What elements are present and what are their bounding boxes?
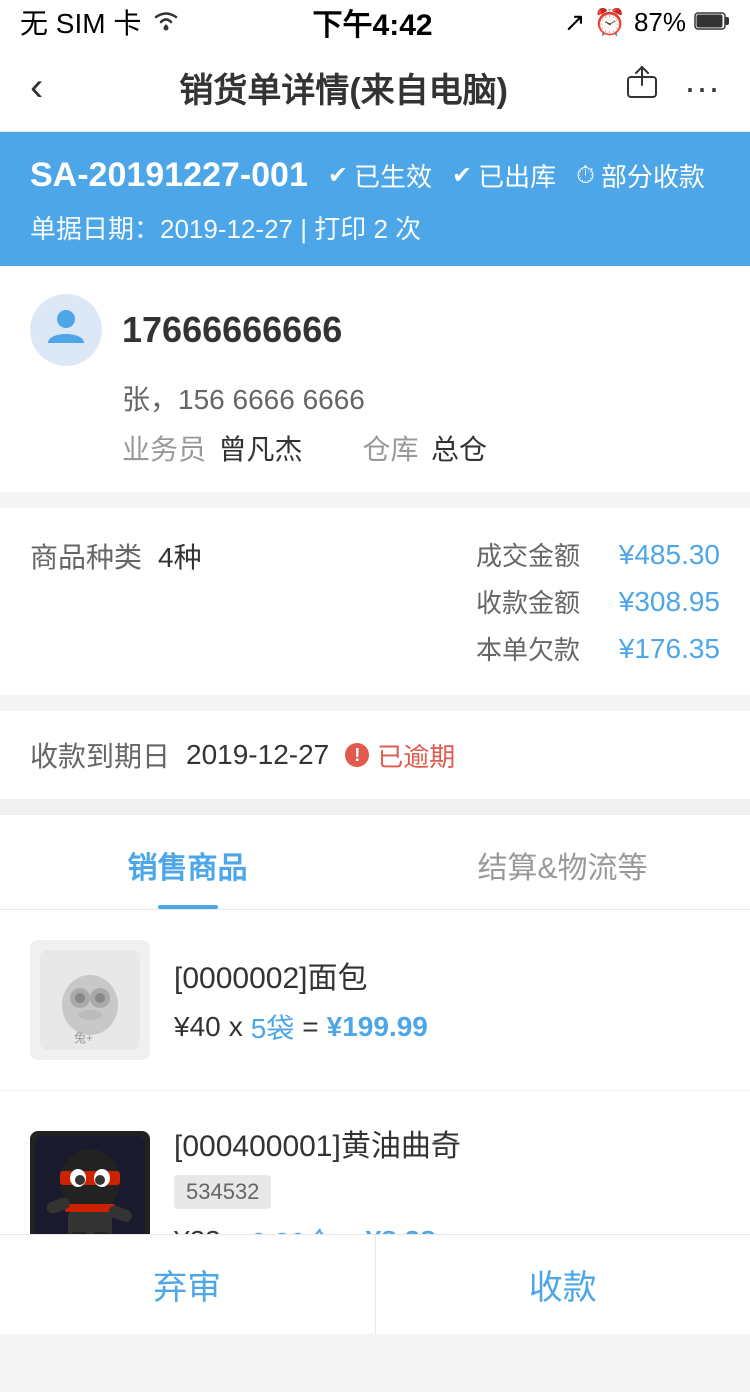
stats-right: 成交金额 ¥485.30 收款金额 ¥308.95 本单欠款 ¥176.35 bbox=[476, 536, 720, 667]
overdue-badge: ! 已逾期 bbox=[345, 737, 455, 774]
due-section: 收款到期日 2019-12-27 ! 已逾期 bbox=[0, 711, 750, 799]
status-badge-effective: ✔ 已生效 bbox=[328, 157, 432, 194]
share-icon[interactable] bbox=[624, 65, 660, 110]
customer-phone: 张，156 6666 6666 bbox=[30, 378, 720, 418]
product-name-2: [000400001]黄油曲奇 bbox=[174, 1121, 720, 1165]
status-right: ↗ ⏰ 87% bbox=[564, 7, 730, 38]
product-multiply-1: x bbox=[229, 1011, 243, 1043]
order-banner-row1: SA-20191227-001 ✔ 已生效 ✔ 已出库 ⏱ 部分收款 bbox=[30, 156, 720, 195]
battery-percentage: 87% bbox=[634, 7, 686, 38]
tab-sales-products-label: 销售商品 bbox=[128, 852, 248, 885]
svg-text:兔+: 兔+ bbox=[74, 1030, 93, 1045]
customer-name: 17666666666 bbox=[122, 309, 342, 351]
status-shipped-label: 已出库 bbox=[478, 157, 556, 194]
order-id: SA-20191227-001 bbox=[30, 156, 308, 195]
overdue-icon: ! bbox=[345, 743, 369, 767]
transaction-row: 成交金额 ¥485.30 bbox=[476, 536, 720, 573]
product-sku-2: 534532 bbox=[174, 1175, 271, 1209]
tab-sales-products[interactable]: 销售商品 bbox=[0, 815, 375, 909]
status-badge-shipped: ✔ 已出库 bbox=[452, 157, 556, 194]
received-value: ¥308.95 bbox=[600, 586, 720, 618]
avatar bbox=[30, 294, 102, 366]
stats-section: 商品种类 4种 成交金额 ¥485.30 收款金额 ¥308.95 本单欠款 ¥… bbox=[0, 508, 750, 695]
cancel-label: 弃审 bbox=[153, 1260, 221, 1309]
salesperson-label: 业务员 bbox=[122, 434, 206, 465]
owed-row: 本单欠款 ¥176.35 bbox=[476, 630, 720, 667]
customer-info-row: 业务员 曾凡杰 仓库 总仓 bbox=[30, 428, 720, 468]
bottom-bar: 弃审 收款 bbox=[0, 1234, 750, 1334]
salesperson-section: 业务员 曾凡杰 bbox=[122, 428, 302, 468]
received-label: 收款金额 bbox=[476, 583, 580, 620]
salesperson-value: 曾凡杰 bbox=[218, 434, 302, 465]
product-thumb-2: diamond bbox=[30, 1131, 150, 1251]
more-icon[interactable]: ··· bbox=[684, 67, 720, 109]
order-meta-sep: | bbox=[300, 214, 314, 244]
due-label: 收款到期日 bbox=[30, 735, 170, 775]
alarm-icon: ⏰ bbox=[594, 7, 626, 38]
category-label: 商品种类 bbox=[30, 536, 142, 576]
status-left: 无 SIM 卡 bbox=[20, 2, 181, 42]
product-price-1: ¥40 bbox=[174, 1011, 221, 1043]
cancel-button[interactable]: 弃审 bbox=[0, 1235, 376, 1334]
order-meta: 单据日期：2019-12-27 | 打印 2 次 bbox=[30, 209, 720, 246]
product-thumb-1: 兔+ bbox=[30, 940, 150, 1060]
order-meta-print: 打印 2 次 bbox=[314, 214, 421, 244]
section-divider bbox=[0, 799, 750, 815]
warehouse-value: 总仓 bbox=[431, 434, 487, 465]
owed-value: ¥176.35 bbox=[600, 633, 720, 665]
product-item: 兔+ [0000002]面包 ¥40 x 5袋 = ¥199.99 bbox=[0, 910, 750, 1091]
status-time: 下午4:42 bbox=[313, 0, 433, 44]
due-date: 2019-12-27 bbox=[186, 739, 329, 771]
confirm-button[interactable]: 收款 bbox=[376, 1235, 750, 1334]
back-button[interactable]: ‹ bbox=[30, 65, 63, 110]
tab-settlement-label: 结算&物流等 bbox=[477, 852, 647, 885]
product-price-row-1: ¥40 x 5袋 = ¥199.99 bbox=[174, 1007, 720, 1047]
received-row: 收款金额 ¥308.95 bbox=[476, 583, 720, 620]
status-effective-label: 已生效 bbox=[354, 157, 432, 194]
overdue-label: 已逾期 bbox=[377, 737, 455, 774]
transaction-value: ¥485.30 bbox=[600, 539, 720, 571]
nav-actions: ··· bbox=[624, 65, 720, 110]
customer-row: 17666666666 bbox=[30, 294, 720, 366]
product-equals-1: = bbox=[302, 1011, 318, 1043]
tabs: 销售商品 结算&物流等 bbox=[0, 815, 750, 910]
page-title: 销货单详情(来自电脑) bbox=[63, 63, 624, 112]
transaction-label: 成交金额 bbox=[476, 536, 580, 573]
warehouse-label: 仓库 bbox=[362, 434, 418, 465]
wifi-icon bbox=[151, 6, 181, 38]
customer-section: 17666666666 张，156 6666 6666 业务员 曾凡杰 仓库 总… bbox=[0, 266, 750, 492]
order-banner: SA-20191227-001 ✔ 已生效 ✔ 已出库 ⏱ 部分收款 单据日期：… bbox=[0, 132, 750, 266]
carrier-label: 无 SIM 卡 bbox=[20, 2, 141, 42]
clock-icon: ⏱ bbox=[576, 162, 595, 190]
nav-bar: ‹ 销货单详情(来自电脑) ··· bbox=[0, 44, 750, 132]
status-badge-partial: ⏱ 部分收款 bbox=[576, 157, 705, 194]
status-bar: 无 SIM 卡 下午4:42 ↗ ⏰ 87% bbox=[0, 0, 750, 44]
check-icon-1: ✔ bbox=[328, 161, 348, 190]
confirm-label: 收款 bbox=[529, 1260, 597, 1309]
product-qty-1: 5袋 bbox=[251, 1007, 295, 1047]
product-name-1: [0000002]面包 bbox=[174, 953, 720, 997]
check-icon-2: ✔ bbox=[452, 161, 472, 190]
location-icon: ↗ bbox=[564, 7, 586, 38]
category-value: 4种 bbox=[158, 536, 202, 576]
order-meta-date: 单据日期：2019-12-27 bbox=[30, 214, 293, 244]
owed-label: 本单欠款 bbox=[476, 630, 580, 667]
status-partial-label: 部分收款 bbox=[601, 157, 705, 194]
tab-settlement[interactable]: 结算&物流等 bbox=[375, 815, 750, 909]
stats-left: 商品种类 4种 bbox=[30, 536, 202, 576]
product-total-1: ¥199.99 bbox=[327, 1011, 428, 1043]
product-info-1: [0000002]面包 ¥40 x 5袋 = ¥199.99 bbox=[174, 953, 720, 1047]
warehouse-section: 仓库 总仓 bbox=[362, 428, 486, 468]
person-icon bbox=[44, 303, 88, 358]
battery-icon bbox=[694, 7, 730, 38]
stats-row: 商品种类 4种 成交金额 ¥485.30 收款金额 ¥308.95 本单欠款 ¥… bbox=[30, 536, 720, 667]
